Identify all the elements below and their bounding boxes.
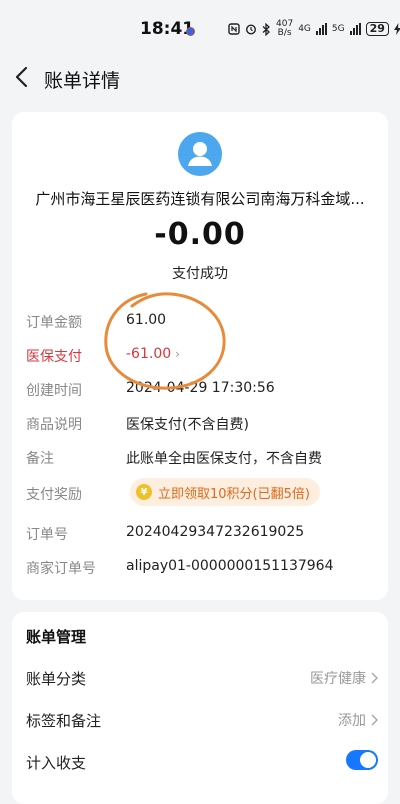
user-icon [188,142,212,166]
merchant-order-number-value: alipay01-0000000151137964 [126,558,334,574]
bluetooth-icon [262,22,270,36]
bill-category-value: 医疗健康 [310,668,378,688]
payment-status: 支付成功 [172,266,228,282]
tags-notes-label: 标签和备注 [26,712,102,730]
row-remark: 备注 此账单全由医保支付，不含自费 [26,448,376,472]
payment-amount: -0.00 [154,217,246,252]
row-merchant-order-number: 商家订单号 alipay01-0000000151137964 [26,558,376,582]
bill-category-label: 账单分类 [26,670,87,688]
chevron-right-icon [371,672,378,684]
merchant-avatar [178,132,222,176]
notification-dot-icon [186,27,195,36]
remark-value: 此账单全由医保支付，不含自费 [126,451,322,467]
reward-label: 支付奖励 [26,487,82,503]
back-arrow-icon[interactable] [12,64,32,90]
bill-detail-card: 广州市海王星辰医药连锁有限公司南海万科金域... -0.00 支付成功 订单金额… [12,112,388,600]
row-goods-desc: 商品说明 医保支付(不含自费) [26,414,376,438]
remark-label: 备注 [26,451,54,467]
include-in-budget-label: 计入收支 [26,754,87,772]
bill-management-card: 账单管理 账单分类 医疗健康 标签和备注 添加 计入收支 [12,612,388,804]
order-number-value: 20240429347232619025 [126,524,305,540]
goods-desc-label: 商品说明 [26,417,82,433]
section-title: 账单管理 [26,628,87,646]
include-in-budget-row: 计入收支 [26,750,378,776]
header: 账单详情 [0,58,400,98]
page-title: 账单详情 [44,70,121,92]
toggle-knob [360,752,376,768]
row-order-number: 订单号 20240429347232619025 [26,524,376,548]
hand-drawn-circle-annotation [104,292,226,390]
coin-icon: ¥ [136,484,152,500]
goods-desc-value: 医保支付(不含自费) [126,417,249,433]
charging-icon [393,23,400,35]
order-amount-label: 订单金额 [26,315,82,331]
reward-text: 立即领取10积分(已翻5倍) [158,486,310,502]
nfc-icon [228,23,240,35]
created-time-label: 创建时间 [26,383,82,399]
alarm-icon [245,24,257,35]
status-bar: 18:41 407 B/s 4G 5G 29 [0,0,400,58]
signal-icon-2 [349,23,361,35]
status-icons: 407 B/s 4G 5G 29 [228,20,400,38]
tags-notes-value: 添加 [338,710,378,730]
network-label-2: 5G [331,23,345,34]
tags-notes-row[interactable]: 标签和备注 添加 [26,710,378,734]
battery-icon: 29 [365,22,389,36]
include-in-budget-toggle[interactable] [346,750,378,770]
merchant-order-number-label: 商家订单号 [26,561,96,577]
order-number-label: 订单号 [26,527,68,543]
net-speed: 407 B/s [276,19,294,38]
claim-reward-button[interactable]: ¥ 立即领取10积分(已翻5倍) [130,478,320,506]
bill-category-row[interactable]: 账单分类 医疗健康 [26,668,378,692]
network-label-1: 4G [298,23,311,34]
row-reward: 支付奖励 ¥ 立即领取10积分(已翻5倍) [26,478,376,508]
insurance-payment-label: 医保支付 [26,349,82,365]
chevron-right-icon [371,714,378,726]
signal-icon [315,23,327,35]
merchant-name: 广州市海王星辰医药连锁有限公司南海万科金域... [35,190,365,208]
